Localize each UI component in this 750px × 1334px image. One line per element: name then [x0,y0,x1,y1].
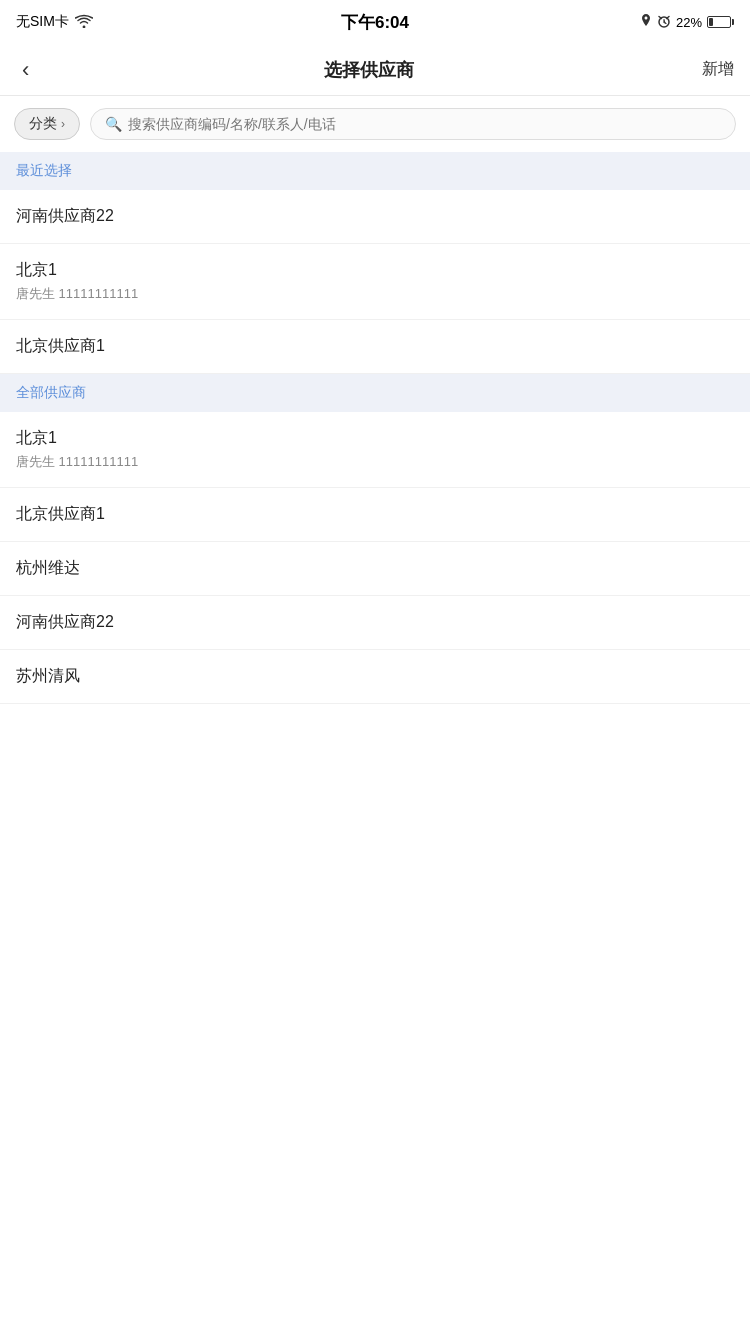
list-item[interactable]: 北京1 唐先生 11111111111 [0,244,750,320]
item-name: 北京供应商1 [16,504,734,525]
wifi-icon [75,14,93,31]
status-right: 22% [640,14,734,31]
filter-bar: 分类 › 🔍 [0,96,750,152]
list-item[interactable]: 杭州维达 [0,542,750,596]
item-name: 北京1 [16,428,734,449]
item-name: 河南供应商22 [16,206,734,227]
item-name: 北京供应商1 [16,336,734,357]
status-bar: 无SIM卡 下午6:04 22% [0,0,750,44]
chevron-right-icon: › [61,117,65,131]
item-sub: 唐先生 11111111111 [16,453,734,471]
list-item[interactable]: 河南供应商22 [0,596,750,650]
alarm-icon [657,14,671,31]
all-section-header: 全部供应商 [0,374,750,412]
search-icon: 🔍 [105,116,122,132]
status-left: 无SIM卡 [16,13,93,31]
status-time: 下午6:04 [341,11,409,34]
back-button[interactable]: ‹ [16,51,35,89]
item-name: 苏州清风 [16,666,734,687]
page-title: 选择供应商 [324,58,414,82]
battery-icon [707,16,734,28]
list-item[interactable]: 北京1 唐先生 11111111111 [0,412,750,488]
location-icon [640,14,652,31]
category-label: 分类 [29,115,57,133]
search-box[interactable]: 🔍 [90,108,736,140]
new-action-button[interactable]: 新增 [702,59,734,80]
recent-items-list: 河南供应商22 北京1 唐先生 11111111111 北京供应商1 [0,190,750,374]
item-name: 河南供应商22 [16,612,734,633]
category-button[interactable]: 分类 › [14,108,80,140]
item-sub: 唐先生 11111111111 [16,285,734,303]
list-item[interactable]: 北京供应商1 [0,320,750,374]
nav-bar: ‹ 选择供应商 新增 [0,44,750,96]
all-items-list: 北京1 唐先生 11111111111 北京供应商1 杭州维达 河南供应商22 … [0,412,750,704]
item-name: 杭州维达 [16,558,734,579]
list-item[interactable]: 北京供应商1 [0,488,750,542]
battery-percent: 22% [676,15,702,30]
item-name: 北京1 [16,260,734,281]
search-input[interactable] [128,116,721,132]
list-item[interactable]: 河南供应商22 [0,190,750,244]
recent-section-header: 最近选择 [0,152,750,190]
list-item[interactable]: 苏州清风 [0,650,750,704]
carrier-text: 无SIM卡 [16,13,69,31]
